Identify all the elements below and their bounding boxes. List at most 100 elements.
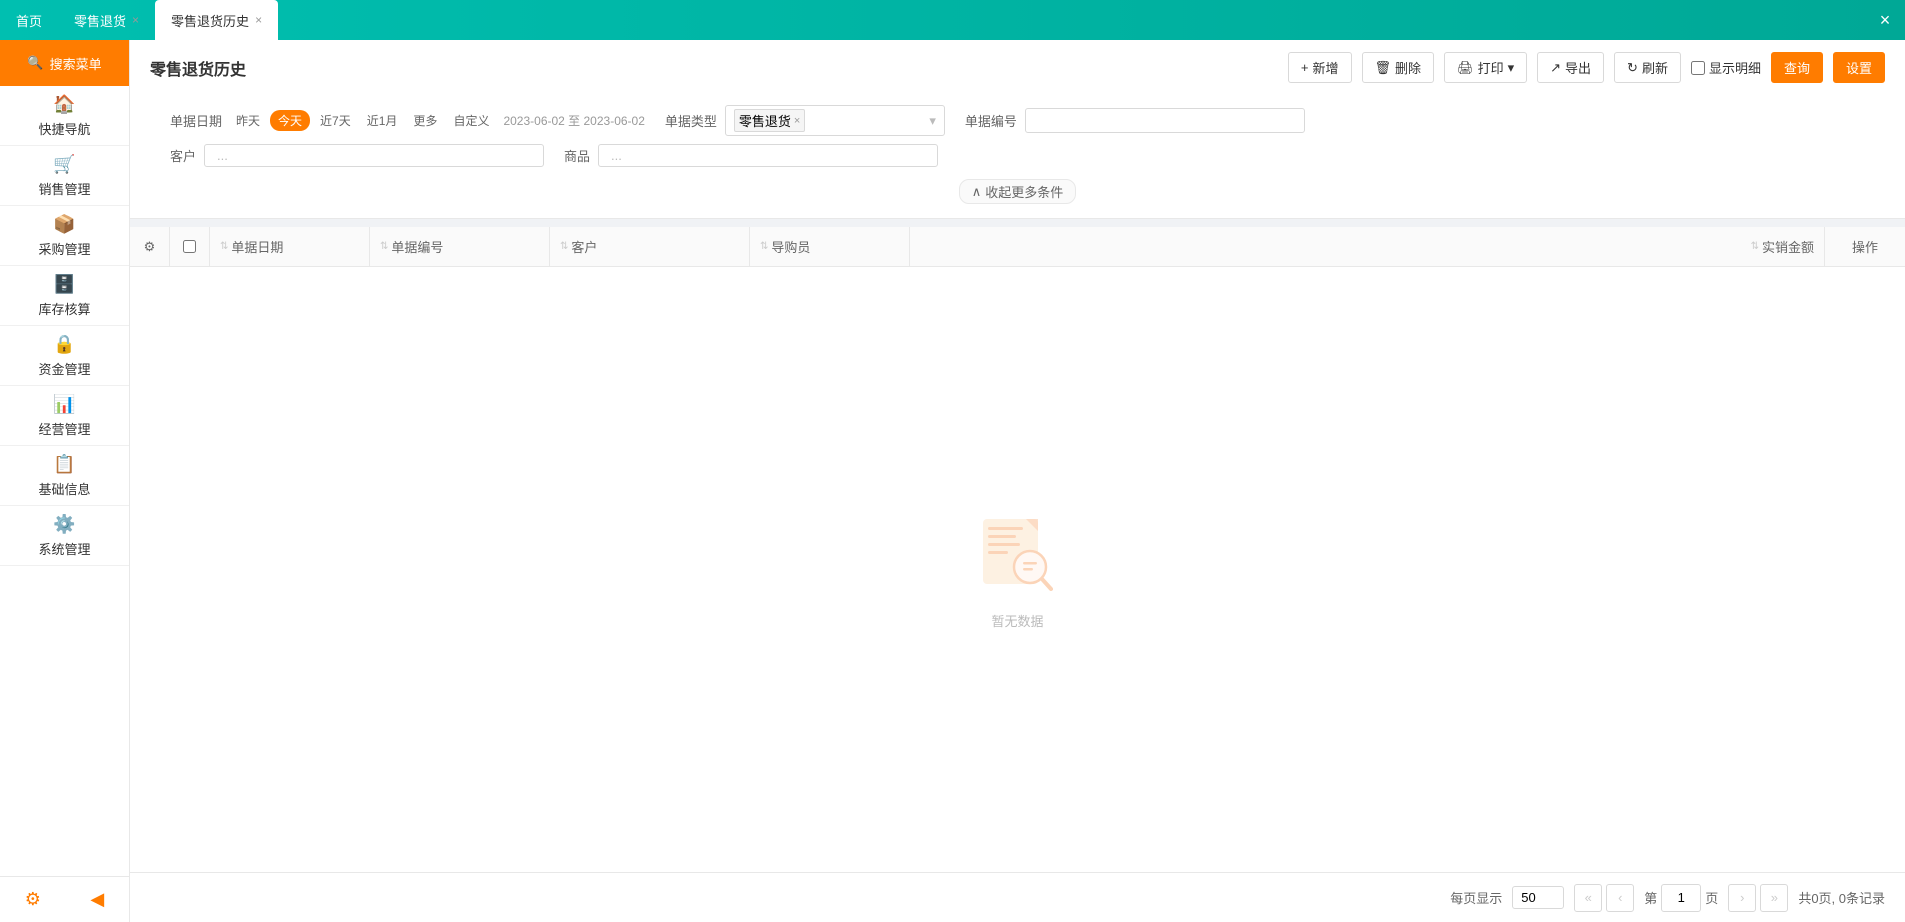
sidebar-item-basic-info[interactable]: 📋 基础信息 (0, 446, 129, 506)
th-sort-icon-number[interactable]: ⇅ (380, 241, 388, 252)
goods-ellipsis: ... (607, 148, 626, 163)
export-icon: ↗ (1550, 60, 1561, 76)
th-checkbox[interactable] (170, 227, 210, 266)
sales-mgmt-icon: 🛒 (54, 153, 76, 175)
date-btn-7days[interactable]: 近7天 (314, 110, 357, 131)
top-bar: 首页 零售退货 × 零售退货历史 × × (0, 0, 1905, 40)
type-dropdown-icon[interactable]: ▾ (929, 113, 936, 129)
select-all-checkbox[interactable] (183, 240, 196, 253)
next-page-icon: › (1740, 890, 1744, 905)
th-customer: ⇅ 客户 (550, 227, 750, 266)
filter-item-number: 单据编号 (965, 108, 1305, 133)
filter-item-date: 单据日期 昨天 今天 近7天 近1月 更多 自定义 2023-06-02 至 2… (170, 110, 645, 131)
filter-row-1: 单据日期 昨天 今天 近7天 近1月 更多 自定义 2023-06-02 至 2… (170, 105, 1865, 136)
refresh-icon: ↻ (1627, 60, 1638, 76)
filter-row-2: 客户 ... 商品 ... (170, 144, 1865, 167)
show-detail-checkbox[interactable] (1691, 61, 1705, 75)
sidebar-search-button[interactable]: 🔍 搜索菜单 (0, 40, 129, 86)
collapse-button[interactable]: ∧ 收起更多条件 (959, 179, 1077, 204)
page-number-input[interactable] (1661, 884, 1701, 912)
sidebar-item-purchase-mgmt[interactable]: 📦 采购管理 (0, 206, 129, 266)
sidebar-item-operation-mgmt[interactable]: 📊 经营管理 (0, 386, 129, 446)
window-close-button[interactable]: × (1865, 0, 1905, 40)
export-button[interactable]: ↗ 导出 (1537, 52, 1604, 83)
th-settings[interactable]: ⚙ (130, 227, 170, 266)
sidebar-item-inventory[interactable]: 🗄️ 库存核算 (0, 266, 129, 326)
tab-retail-return-label: 零售退货 (74, 11, 126, 30)
pagination-total: 共0页, 0条记录 (1798, 888, 1885, 907)
date-options-group: 昨天 今天 近7天 近1月 更多 自定义 (230, 110, 495, 131)
tab-retail-return-history[interactable]: 零售退货历史 × (155, 0, 278, 40)
date-btn-1month[interactable]: 近1月 (361, 110, 404, 131)
page-title-row: 零售退货历史 + 新增 🗑 删除 🖨 打印 ▾ (150, 52, 1885, 83)
sidebar-collapse-button[interactable]: ◀ (90, 889, 104, 910)
sidebar-item-sales-mgmt[interactable]: 🛒 销售管理 (0, 146, 129, 206)
tab-home[interactable]: 首页 (0, 0, 58, 40)
page-input-group: 第 页 (1644, 884, 1718, 912)
sidebar-item-quick-nav[interactable]: 🏠 快捷导航 (0, 86, 129, 146)
filter-item-customer: 客户 ... (170, 144, 544, 167)
number-filter-label: 单据编号 (965, 111, 1017, 130)
th-sort-icon-guide[interactable]: ⇅ (760, 241, 768, 252)
th-number-label: 单据编号 (391, 237, 443, 256)
sidebar-nav: 🏠 快捷导航 🛒 销售管理 📦 采购管理 🗄️ 库存核算 🔒 资金管理 📊 (0, 86, 129, 876)
query-button[interactable]: 查询 (1771, 52, 1823, 83)
goods-filter-input[interactable]: ... (598, 144, 938, 167)
collapse-row: ∧ 收起更多条件 (170, 175, 1865, 208)
delete-icon: 🗑 (1375, 60, 1392, 76)
date-btn-custom[interactable]: 自定义 (447, 110, 495, 131)
th-amount-label: 实销金额 (1762, 237, 1814, 256)
print-label: 打印 (1478, 58, 1504, 77)
th-sort-icon-customer[interactable]: ⇅ (560, 241, 568, 252)
print-dropdown-icon: ▾ (1508, 60, 1515, 76)
page-header: 零售退货历史 + 新增 🗑 删除 🖨 打印 ▾ (130, 40, 1905, 219)
date-btn-more[interactable]: 更多 (407, 110, 443, 131)
next-page-button[interactable]: › (1728, 884, 1756, 912)
query-label: 查询 (1784, 58, 1810, 77)
th-date: ⇅ 单据日期 (210, 227, 370, 266)
basic-info-icon: 📋 (54, 453, 76, 475)
th-sort-icon-amount[interactable]: ⇅ (1751, 241, 1759, 252)
sidebar-item-sales-mgmt-label: 销售管理 (38, 179, 90, 198)
type-filter-input[interactable]: 零售退货 × ▾ (725, 105, 945, 136)
filter-item-type: 单据类型 零售退货 × ▾ (665, 105, 945, 136)
export-label: 导出 (1565, 58, 1591, 77)
sidebar-item-system-mgmt[interactable]: ⚙️ 系统管理 (0, 506, 129, 566)
th-action: 操作 (1825, 227, 1905, 266)
sidebar-item-finance-mgmt-label: 资金管理 (38, 359, 90, 378)
customer-filter-label: 客户 (170, 146, 196, 165)
tab-retail-return-close[interactable]: × (132, 13, 139, 27)
sidebar-item-finance-mgmt[interactable]: 🔒 资金管理 (0, 326, 129, 386)
page-size-select[interactable]: 50 10 20 100 (1512, 886, 1564, 909)
date-btn-yesterday[interactable]: 昨天 (230, 110, 266, 131)
table-container: ⚙ ⇅ 单据日期 ⇅ 单据编号 ⇅ 客户 ⇅ (130, 227, 1905, 872)
search-icon: 🔍 (27, 55, 43, 71)
settings-col-icon[interactable]: ⚙ (144, 239, 156, 255)
customer-filter-input[interactable]: ... (204, 144, 544, 167)
th-customer-label: 客户 (571, 237, 597, 256)
last-page-button[interactable]: » (1760, 884, 1788, 912)
delete-button[interactable]: 🗑 删除 (1362, 52, 1435, 83)
sidebar-bottom: ⚙ ◀ (0, 876, 129, 922)
pagination-bar: 每页显示 50 10 20 100 « ‹ 第 页 (130, 872, 1905, 922)
sidebar-item-basic-info-label: 基础信息 (38, 479, 90, 498)
tab-retail-return-history-close[interactable]: × (255, 13, 262, 27)
finance-mgmt-icon: 🔒 (54, 333, 76, 355)
date-btn-today[interactable]: 今天 (270, 110, 310, 131)
sidebar-settings-button[interactable]: ⚙ (25, 889, 41, 910)
main-layout: 🔍 搜索菜单 🏠 快捷导航 🛒 销售管理 📦 采购管理 🗄️ 库存核算 🔒 (0, 40, 1905, 922)
number-filter-input[interactable] (1025, 108, 1305, 133)
page-size-label: 每页显示 (1450, 888, 1502, 907)
type-tag-close[interactable]: × (794, 115, 800, 127)
refresh-button[interactable]: ↻ 刷新 (1614, 52, 1681, 83)
th-guide-label: 导购员 (771, 237, 810, 256)
th-sort-icon-date[interactable]: ⇅ (220, 241, 228, 252)
first-page-button[interactable]: « (1574, 884, 1602, 912)
prev-page-button[interactable]: ‹ (1606, 884, 1634, 912)
new-button[interactable]: + 新增 (1288, 52, 1352, 83)
tab-retail-return[interactable]: 零售退货 × (58, 0, 155, 40)
th-number: ⇅ 单据编号 (370, 227, 550, 266)
print-button[interactable]: 🖨 打印 ▾ (1444, 52, 1527, 83)
settings-button[interactable]: 设置 (1833, 52, 1885, 83)
page-chapter-label: 第 (1644, 888, 1657, 907)
